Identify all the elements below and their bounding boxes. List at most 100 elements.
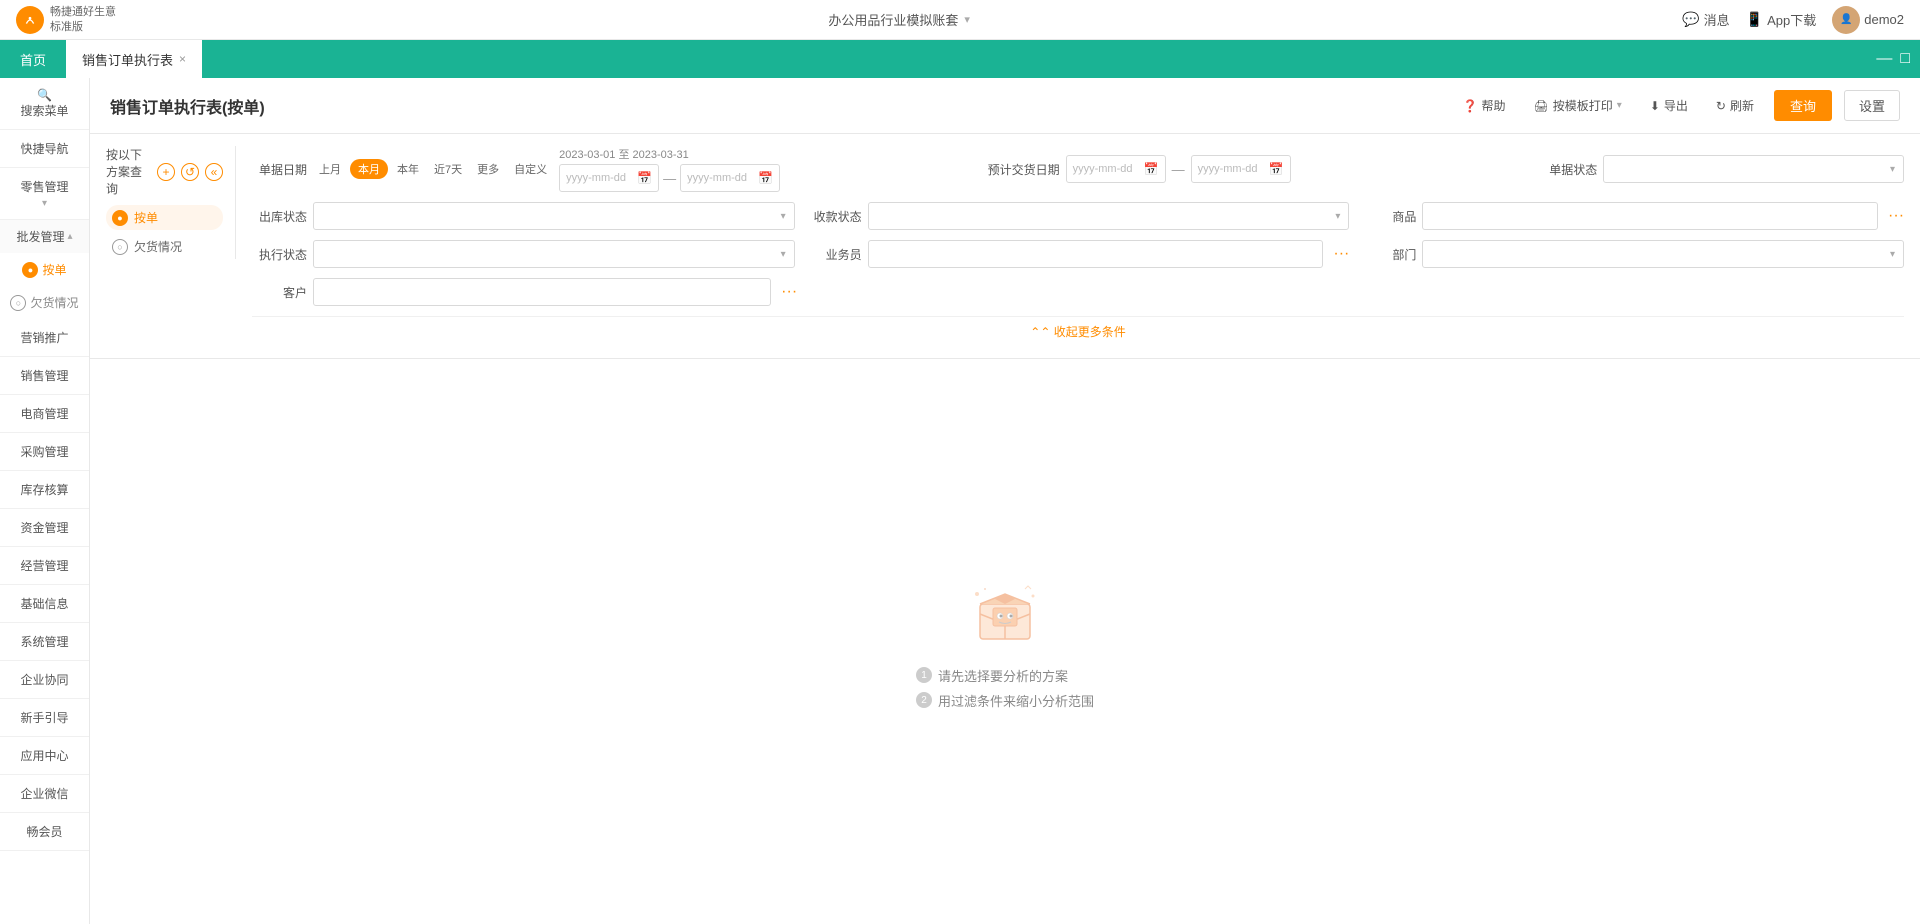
- sidebar-item-marketing[interactable]: 营销推广: [0, 319, 89, 357]
- date-range-text: 2023-03-01 至 2023-03-31: [559, 146, 780, 162]
- customer-input[interactable]: [313, 278, 771, 306]
- message-icon: 💬: [1682, 11, 1699, 28]
- expected-date-to-ph: yyyy-mm-dd: [1198, 163, 1258, 175]
- filter-row-2: 出库状态 ▾ 收款状态 ▾: [252, 202, 1904, 230]
- sidebar-item-member[interactable]: 畅会员: [0, 813, 89, 851]
- order-status-select[interactable]: ▾: [1603, 155, 1904, 183]
- sub-icon: ○: [10, 295, 26, 311]
- last-month-btn[interactable]: 上月: [313, 159, 347, 179]
- more-btn[interactable]: 更多: [471, 159, 505, 179]
- expected-date-to-input[interactable]: yyyy-mm-dd 📅: [1191, 155, 1291, 183]
- receipt-arrow: ▾: [1335, 211, 1340, 222]
- collapse-bar[interactable]: ⌃⌃ 收起更多条件: [252, 316, 1904, 346]
- scheme-item-sub[interactable]: ○ 欠货情况: [106, 234, 223, 259]
- filter-scheme: 按以下方案查询 + ↺ « ● 按单 ○ 欠货情况: [106, 146, 236, 259]
- filter-field-receipt: 收款状态 ▾: [807, 202, 1350, 230]
- help-btn[interactable]: ❓ 帮助: [1455, 93, 1514, 118]
- sidebar-item-wechat[interactable]: 企业微信: [0, 775, 89, 813]
- sidebar-item-retail[interactable]: 零售管理 ▾: [0, 168, 89, 220]
- sidebar-item-operation[interactable]: 经营管理: [0, 547, 89, 585]
- tab-sales-order[interactable]: 销售订单执行表 ×: [66, 40, 202, 78]
- scheme-refresh-btn[interactable]: ↺: [181, 163, 199, 181]
- help-icon: ❓: [1463, 99, 1478, 113]
- collapse-label: 收起更多条件: [1054, 325, 1126, 339]
- app-download-btn[interactable]: 📱 App下载: [1746, 10, 1817, 29]
- sidebar-item-ecommerce[interactable]: 电商管理: [0, 395, 89, 433]
- expected-date-from-ph: yyyy-mm-dd: [1073, 163, 1133, 175]
- outbound-select[interactable]: ▾: [313, 202, 795, 230]
- content-body: 1 请先选择要分析的方案 2 用过滤条件来缩小分析范围: [90, 359, 1920, 924]
- customer-label: 客户: [252, 284, 307, 301]
- salesman-dots[interactable]: ···: [1333, 245, 1349, 263]
- sidebar-item-system[interactable]: 系统管理: [0, 623, 89, 661]
- scheme-actions: + ↺ «: [157, 163, 223, 181]
- order-status-arrow: ▾: [1890, 164, 1895, 175]
- logo-icon: [16, 6, 44, 34]
- last7-btn[interactable]: 近7天: [428, 159, 468, 179]
- workspace-selector[interactable]: 办公用品行业模拟账套 ▾: [828, 10, 970, 29]
- refresh-btn[interactable]: ↻ 刷新: [1708, 93, 1762, 118]
- settings-btn[interactable]: 设置: [1844, 90, 1900, 121]
- order-status-label: 单据状态: [1542, 161, 1597, 178]
- collapse-icon: ⌃⌃: [1030, 325, 1050, 339]
- export-btn[interactable]: ⬇ 导出: [1642, 93, 1696, 118]
- this-year-btn[interactable]: 本年: [391, 159, 425, 179]
- minimize-icon[interactable]: —: [1876, 50, 1892, 68]
- sidebar-item-basic[interactable]: 基础信息: [0, 585, 89, 623]
- goods-input[interactable]: [1422, 202, 1878, 230]
- sidebar-item-newbie[interactable]: 新手引导: [0, 699, 89, 737]
- header-left: 畅捷通好生意 标准版: [16, 5, 116, 34]
- department-select[interactable]: ▾: [1422, 240, 1904, 268]
- date-to-placeholder: yyyy-mm-dd: [687, 172, 747, 184]
- expected-date-from-input[interactable]: yyyy-mm-dd 📅: [1066, 155, 1166, 183]
- sidebar-item-quick-nav[interactable]: 快捷导航: [0, 130, 89, 168]
- department-label: 部门: [1361, 246, 1416, 263]
- sidebar-sub-item-按单[interactable]: ● 按单: [0, 253, 89, 286]
- sidebar-item-sales[interactable]: 销售管理: [0, 357, 89, 395]
- sidebar-item-purchase[interactable]: 采购管理: [0, 433, 89, 471]
- maximize-icon[interactable]: □: [1900, 50, 1910, 68]
- content-area: 销售订单执行表(按单) ❓ 帮助 🖨 按模板打印 ▾ ⬇ 导出 ↻ 刷新: [90, 78, 1920, 924]
- filter-field-outbound: 出库状态 ▾: [252, 202, 795, 230]
- sidebar-item-inventory[interactable]: 库存核算: [0, 471, 89, 509]
- sidebar-item-search[interactable]: 🔍 搜索菜单: [0, 78, 89, 130]
- date-to-input[interactable]: yyyy-mm-dd 📅: [680, 164, 780, 192]
- sidebar-item-wholesale[interactable]: 批发管理 ▴: [0, 220, 89, 253]
- scheme-item-active[interactable]: ● 按单: [106, 205, 223, 230]
- filter-field-execute: 执行状态 ▾: [252, 240, 795, 268]
- calendar-icon-to: 📅: [758, 171, 773, 185]
- goods-dots[interactable]: ···: [1888, 207, 1904, 225]
- user-menu[interactable]: 👤 demo2: [1832, 6, 1904, 34]
- scheme-collapse-btn[interactable]: «: [205, 163, 223, 181]
- search-btn[interactable]: 查询: [1774, 90, 1832, 121]
- sidebar-item-apps[interactable]: 应用中心: [0, 737, 89, 775]
- tip-num-2: 2: [916, 692, 932, 708]
- salesman-input[interactable]: [868, 240, 1324, 268]
- sidebar-item-finance[interactable]: 资金管理: [0, 509, 89, 547]
- sidebar-sub-item-欠货[interactable]: ○ 欠货情况: [0, 286, 89, 319]
- filter-field-customer: 客户 ···: [252, 278, 797, 306]
- avatar: 👤: [1832, 6, 1860, 34]
- execute-select[interactable]: ▾: [313, 240, 795, 268]
- message-btn[interactable]: 💬 消息: [1682, 10, 1729, 29]
- message-label: 消息: [1704, 10, 1730, 29]
- logo-text: 畅捷通好生意 标准版: [50, 5, 116, 34]
- receipt-select[interactable]: ▾: [868, 202, 1350, 230]
- filter-row-1: 单据日期 上月 本月 本年 近7天 更多 自定义 2023-03-01 至 20…: [252, 146, 1904, 192]
- tab-home[interactable]: 首页: [0, 40, 66, 78]
- date-from-input[interactable]: yyyy-mm-dd 📅: [559, 164, 659, 192]
- workspace-name: 办公用品行业模拟账套: [828, 10, 958, 29]
- date-label: 单据日期: [252, 161, 307, 178]
- sidebar-item-enterprise[interactable]: 企业协同: [0, 661, 89, 699]
- empty-tips: 1 请先选择要分析的方案 2 用过滤条件来缩小分析范围: [916, 666, 1094, 710]
- customer-dots[interactable]: ···: [781, 283, 797, 301]
- scheme-add-btn[interactable]: +: [157, 163, 175, 181]
- calendar-icon-from: 📅: [637, 171, 652, 185]
- tab-close-icon[interactable]: ×: [179, 52, 186, 66]
- tab-label: 销售订单执行表: [82, 50, 173, 69]
- custom-btn[interactable]: 自定义: [508, 159, 553, 179]
- tip-text-2: 用过滤条件来缩小分析范围: [938, 691, 1094, 710]
- print-btn[interactable]: 🖨 按模板打印 ▾: [1526, 93, 1630, 118]
- this-month-btn[interactable]: 本月: [350, 159, 388, 179]
- header-right: 💬 消息 📱 App下载 👤 demo2: [1682, 6, 1904, 34]
